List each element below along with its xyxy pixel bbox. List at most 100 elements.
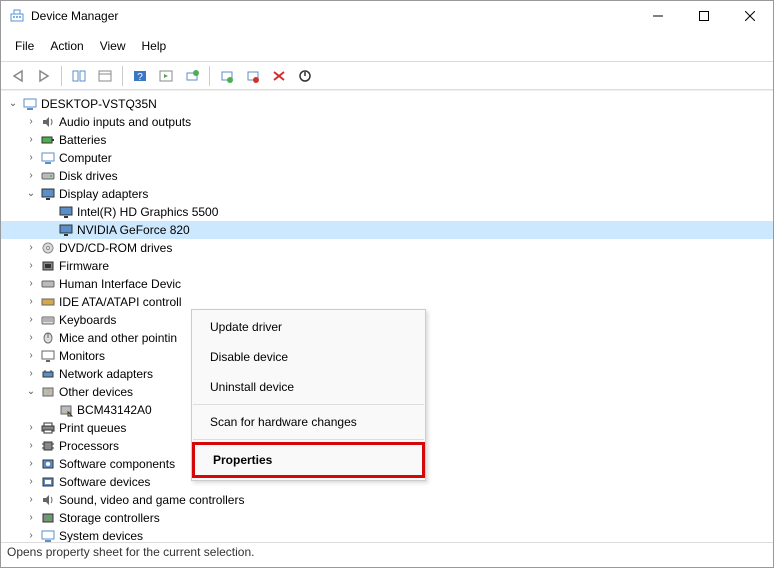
computer-icon — [39, 150, 57, 166]
expander-icon[interactable]: › — [23, 311, 39, 329]
status-text: Opens property sheet for the current sel… — [7, 545, 254, 559]
help-button[interactable]: ? — [129, 65, 151, 87]
node-label: System devices — [59, 527, 143, 542]
node-label: Batteries — [59, 131, 106, 149]
maximize-button[interactable] — [681, 1, 727, 31]
node-label: Software devices — [59, 473, 150, 491]
expander-icon[interactable]: › — [23, 257, 39, 275]
action-button[interactable] — [155, 65, 177, 87]
tree-node-batteries[interactable]: › Batteries — [1, 131, 773, 149]
expander-icon[interactable]: › — [23, 239, 39, 257]
disk-icon — [39, 168, 57, 184]
node-label: NVIDIA GeForce 820 — [77, 221, 190, 239]
context-separator — [193, 404, 424, 405]
context-update-driver[interactable]: Update driver — [192, 312, 425, 342]
back-button[interactable] — [7, 65, 29, 87]
tree-node-display[interactable]: ⌄ Display adapters — [1, 185, 773, 203]
context-properties[interactable]: Properties — [192, 442, 425, 478]
tree-node-sysdev[interactable]: › System devices — [1, 527, 773, 542]
expander-icon[interactable]: ⌄ — [23, 185, 39, 203]
node-label: Network adapters — [59, 365, 153, 383]
tree-node-hid[interactable]: › Human Interface Devic — [1, 275, 773, 293]
statusbar: Opens property sheet for the current sel… — [1, 542, 773, 564]
tree-node-nvidia-geforce[interactable]: NVIDIA GeForce 820 — [1, 221, 773, 239]
minimize-button[interactable] — [635, 1, 681, 31]
software-device-icon — [39, 474, 57, 490]
menu-file[interactable]: File — [7, 35, 42, 57]
node-label: Storage controllers — [59, 509, 160, 527]
tree-node-dvd[interactable]: › DVD/CD-ROM drives — [1, 239, 773, 257]
menu-action[interactable]: Action — [42, 35, 91, 57]
dvd-icon — [39, 240, 57, 256]
computer-icon — [21, 96, 39, 112]
context-menu: Update driver Disable device Uninstall d… — [191, 309, 426, 481]
node-label: Keyboards — [59, 311, 116, 329]
expander-icon[interactable]: › — [23, 329, 39, 347]
expander-icon[interactable]: › — [23, 491, 39, 509]
update-driver-button[interactable] — [216, 65, 238, 87]
tree-node-computer[interactable]: › Computer — [1, 149, 773, 167]
close-button[interactable] — [727, 1, 773, 31]
expander-icon[interactable]: › — [23, 473, 39, 491]
expander-icon[interactable]: › — [23, 527, 39, 542]
device-tree[interactable]: ⌄ DESKTOP-VSTQ35N › Audio inputs and out… — [1, 90, 773, 542]
expander-icon[interactable]: › — [23, 455, 39, 473]
disable-device-button[interactable] — [268, 65, 290, 87]
expander-icon[interactable]: › — [23, 113, 39, 131]
audio-icon — [39, 114, 57, 130]
expander-icon[interactable]: ⌄ — [5, 95, 21, 113]
tree-node-intel-graphics[interactable]: Intel(R) HD Graphics 5500 — [1, 203, 773, 221]
tree-node-disk[interactable]: › Disk drives — [1, 167, 773, 185]
properties-button[interactable] — [94, 65, 116, 87]
expander-icon[interactable]: › — [23, 131, 39, 149]
node-label: Software components — [59, 455, 175, 473]
tree-root[interactable]: ⌄ DESKTOP-VSTQ35N — [1, 95, 773, 113]
node-label: Audio inputs and outputs — [59, 113, 191, 131]
keyboard-icon — [39, 312, 57, 328]
expander-icon[interactable]: › — [23, 275, 39, 293]
tree-node-storage[interactable]: › Storage controllers — [1, 509, 773, 527]
display-adapter-icon — [57, 204, 75, 220]
expander-icon[interactable]: › — [23, 167, 39, 185]
toolbar: ? — [1, 62, 773, 90]
expander-icon[interactable]: › — [23, 347, 39, 365]
svg-text:?: ? — [46, 388, 51, 397]
processor-icon — [39, 438, 57, 454]
forward-button[interactable] — [33, 65, 55, 87]
node-label: Other devices — [59, 383, 133, 401]
expander-icon[interactable]: › — [23, 149, 39, 167]
scan-hardware-button[interactable] — [181, 65, 203, 87]
storage-icon — [39, 510, 57, 526]
node-label: Sound, video and game controllers — [59, 491, 244, 509]
menu-view[interactable]: View — [92, 35, 134, 57]
titlebar: Device Manager — [1, 1, 773, 31]
show-hide-tree-button[interactable] — [68, 65, 90, 87]
context-scan-hardware[interactable]: Scan for hardware changes — [192, 407, 425, 437]
mouse-icon — [39, 330, 57, 346]
sound-icon — [39, 492, 57, 508]
expander-icon[interactable]: › — [23, 293, 39, 311]
context-uninstall-device[interactable]: Uninstall device — [192, 372, 425, 402]
node-label: DVD/CD-ROM drives — [59, 239, 172, 257]
expander-icon[interactable]: › — [23, 437, 39, 455]
tree-node-firmware[interactable]: › Firmware — [1, 257, 773, 275]
expander-icon[interactable]: ⌄ — [23, 383, 39, 401]
tree-node-sound[interactable]: › Sound, video and game controllers — [1, 491, 773, 509]
node-label: Disk drives — [59, 167, 118, 185]
expander-icon[interactable]: › — [23, 365, 39, 383]
enable-device-button[interactable] — [294, 65, 316, 87]
tree-node-audio[interactable]: › Audio inputs and outputs — [1, 113, 773, 131]
node-label: Human Interface Devic — [59, 275, 181, 293]
node-label: Computer — [59, 149, 112, 167]
expander-icon[interactable]: › — [23, 419, 39, 437]
node-label: Monitors — [59, 347, 105, 365]
expander-icon[interactable]: › — [23, 509, 39, 527]
firmware-icon — [39, 258, 57, 274]
node-label: Firmware — [59, 257, 109, 275]
printer-icon — [39, 420, 57, 436]
context-disable-device[interactable]: Disable device — [192, 342, 425, 372]
display-icon — [39, 186, 57, 202]
uninstall-device-button[interactable] — [242, 65, 264, 87]
monitor-icon — [39, 348, 57, 364]
menu-help[interactable]: Help — [134, 35, 175, 57]
